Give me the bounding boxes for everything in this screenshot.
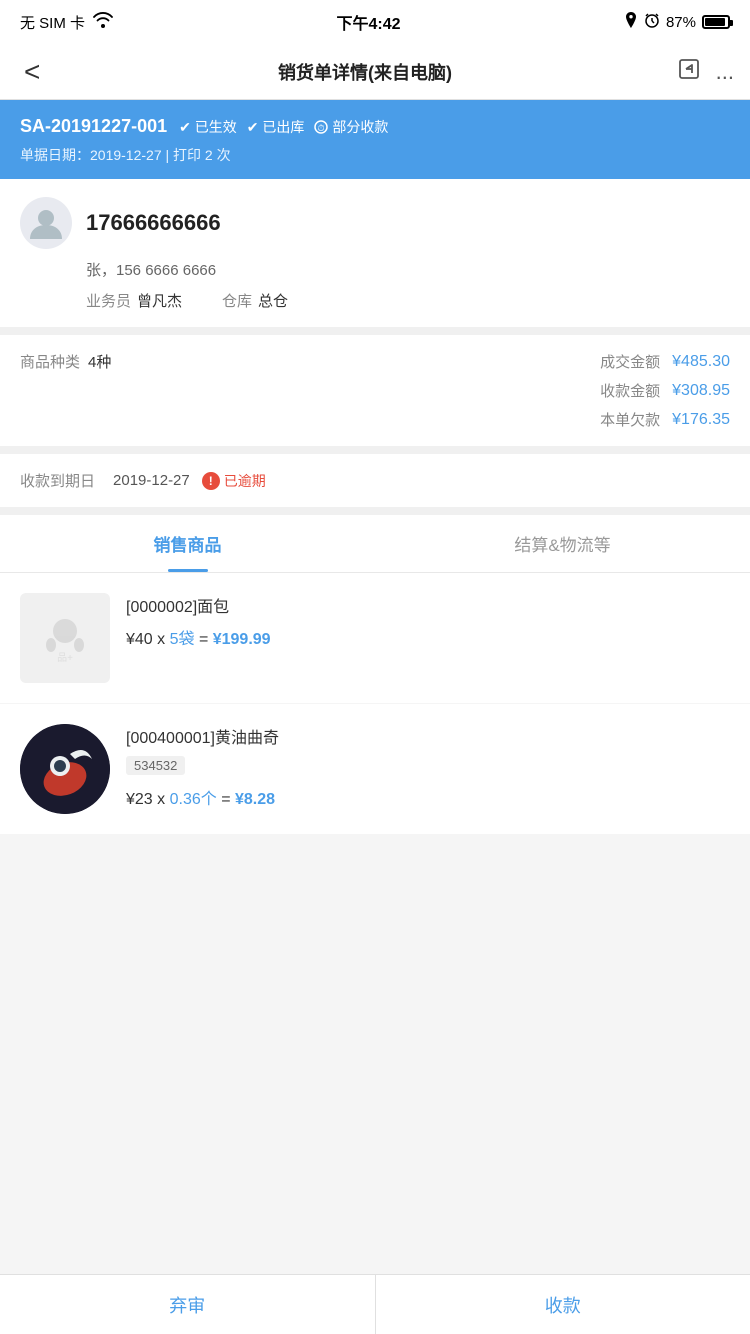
payment-button[interactable]: 收款 [376,1275,750,1334]
badge-shipped: ✔ 已出库 [247,117,305,137]
stats-left: 商品种类 4种 [20,351,375,372]
badge-partial-payment: ⏱ 部分收款 [314,117,388,137]
customer-section: 17666666666 张，156 6666 6666 业务员 曾凡杰 仓库 总… [0,179,750,335]
product-name-1: [0000002]面包 [126,593,730,617]
staff-label: 业务员 [86,290,131,311]
product-type-label: 商品种类 [20,351,80,372]
customer-name-row: 17666666666 [20,197,730,249]
product-name-2: [000400001]黄油曲奇 [126,724,730,748]
product-qty-1: 5袋 [170,631,195,648]
product-total-2: ¥8.28 [235,791,275,808]
warehouse-label: 仓库 [222,290,252,311]
page-title: 销货单详情(来自电脑) [52,59,677,85]
overdue-badge: ! 已逾期 [202,471,266,491]
status-bar: 无 SIM 卡 下午4:42 87% [0,0,750,44]
due-date-section: 收款到期日 2019-12-27 ! 已逾期 [0,454,750,515]
location-icon [624,12,638,32]
order-badges: ✔ 已生效 ✔ 已出库 ⏱ 部分收款 [179,117,388,137]
cancel-review-button[interactable]: 弃审 [0,1275,376,1334]
customer-staff-row: 业务员 曾凡杰 仓库 总仓 [86,290,730,311]
product-total-1: ¥199.99 [213,631,271,648]
overdue-dot-icon: ! [202,472,220,490]
amount-label: 成交金额 [600,351,660,372]
tab-products[interactable]: 销售商品 [0,515,375,572]
warehouse-value: 总仓 [258,290,288,311]
badge-active: ✔ 已生效 [179,117,237,137]
status-time: 下午4:42 [336,10,400,34]
list-item: 品+ [0000002]面包 ¥40 x 5袋 = ¥199.99 [0,573,750,703]
placeholder-icon: 品+ [30,603,100,673]
nav-actions: ... [678,58,734,86]
stats-right: 成交金额 ¥485.30 收款金额 ¥308.95 本单欠款 ¥176.35 [375,351,730,430]
avatar [20,197,72,249]
order-id-row: SA-20191227-001 ✔ 已生效 ✔ 已出库 ⏱ 部分收款 [20,116,730,137]
bottom-bar: 弃审 收款 [0,1274,750,1334]
product-info-2: [000400001]黄油曲奇 534532 ¥23 x 0.36个 = ¥8.… [126,724,730,809]
share-icon[interactable] [678,58,700,86]
customer-phone: 17666666666 [86,210,221,236]
received-label: 收款金额 [600,380,660,401]
tabs-section: 销售商品 结算&物流等 [0,515,750,573]
product-info-1: [0000002]面包 ¥40 x 5袋 = ¥199.99 [126,593,730,649]
order-meta: 单据日期：2019-12-27 | 打印 2 次 [20,145,730,165]
battery-icon [702,15,730,29]
nav-bar: < 销货单详情(来自电脑) ... [0,44,750,100]
due-date-label: 收款到期日 [20,470,95,491]
amount-row: 成交金额 ¥485.30 [600,351,730,372]
received-value: ¥308.95 [672,382,730,400]
product-qty-2: 0.36个 [170,791,217,808]
product-image-2 [20,724,110,814]
tab-settlement[interactable]: 结算&物流等 [375,515,750,572]
product-price-2: ¥23 x 0.36个 = ¥8.28 [126,785,730,809]
stats-section: 商品种类 4种 成交金额 ¥485.30 收款金额 ¥308.95 本单欠款 ¥… [0,335,750,454]
order-header-banner: SA-20191227-001 ✔ 已生效 ✔ 已出库 ⏱ 部分收款 单据日期：… [0,100,750,179]
back-button[interactable]: < [16,48,48,96]
status-right: 87% [624,12,730,32]
status-left: 无 SIM 卡 [20,12,113,33]
overdue-text: 已逾期 [224,471,266,491]
received-row: 收款金额 ¥308.95 [600,380,730,401]
debt-label: 本单欠款 [600,409,660,430]
due-date-value: 2019-12-27 [113,472,190,489]
product-type-value: 4种 [88,351,111,372]
list-item: [000400001]黄油曲奇 534532 ¥23 x 0.36个 = ¥8.… [0,704,750,834]
customer-real-name: 张，156 6666 6666 [86,259,730,280]
more-icon[interactable]: ... [716,59,734,85]
product-type-row: 商品种类 4种 [20,351,375,372]
product-batch-2: 534532 [126,756,185,775]
products-section: 品+ [0000002]面包 ¥40 x 5袋 = ¥199.99 [00040… [0,573,750,834]
svg-text:品+: 品+ [57,652,73,664]
amount-value: ¥485.30 [672,353,730,371]
avatar-icon [28,205,64,241]
debt-value: ¥176.35 [672,411,730,429]
wifi-icon [93,12,113,32]
no-sim-label: 无 SIM 卡 [20,12,85,33]
tab-active-indicator [168,569,208,572]
order-id: SA-20191227-001 [20,116,167,137]
alarm-icon [644,12,660,32]
product-price-1: ¥40 x 5袋 = ¥199.99 [126,625,730,649]
staff-value: 曾凡杰 [137,290,182,311]
product-thumbnail-2 [20,724,110,814]
product-image-1: 品+ [20,593,110,683]
battery-percent: 87% [666,14,696,31]
debt-row: 本单欠款 ¥176.35 [600,409,730,430]
svg-text:⏱: ⏱ [318,123,325,133]
